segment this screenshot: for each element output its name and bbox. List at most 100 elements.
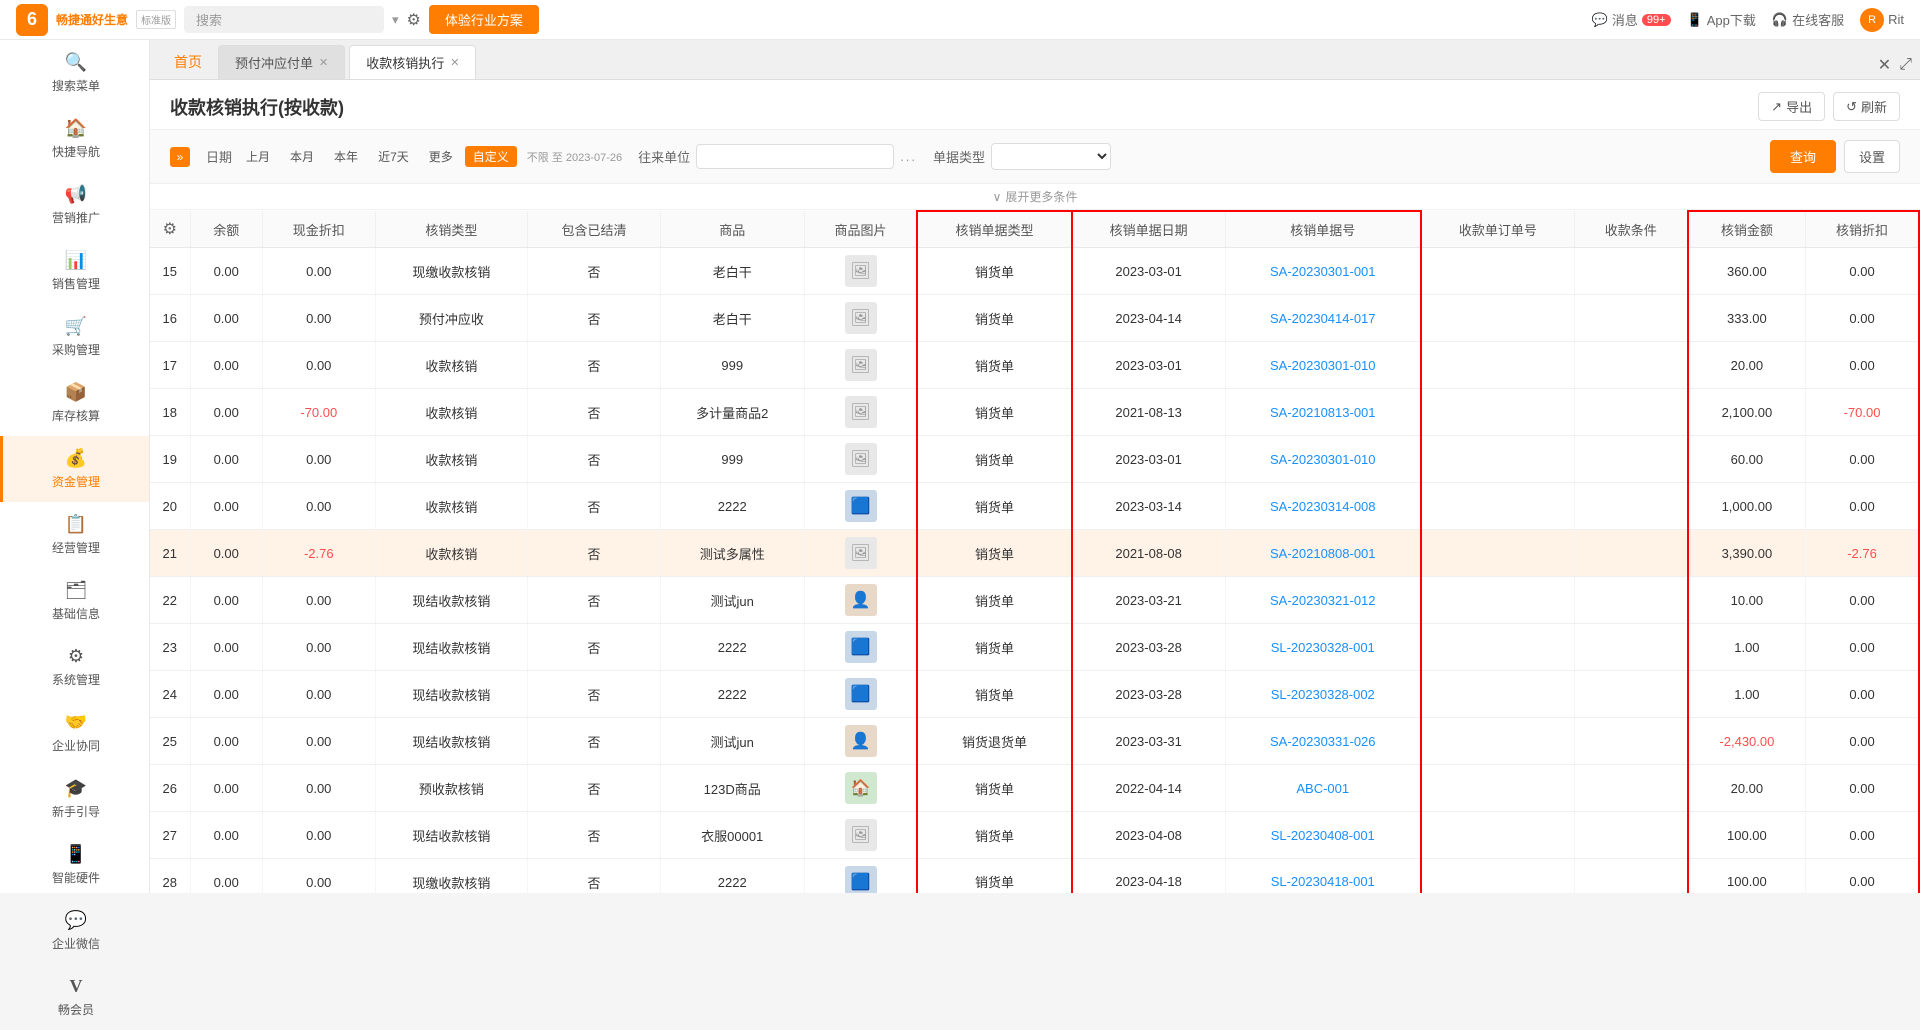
sidebar-item-guide[interactable]: 🎓 新手引导 bbox=[0, 766, 149, 832]
close-window-icon[interactable]: ✕ bbox=[1878, 55, 1891, 75]
sidebar-item-wechat[interactable]: 💬 企业微信 bbox=[0, 898, 149, 964]
tab-home[interactable]: 首页 bbox=[158, 45, 218, 79]
bill-no-link[interactable]: SL-20230328-002 bbox=[1271, 687, 1375, 702]
tab-receipt-verify[interactable]: 收款核销执行 ✕ bbox=[349, 45, 476, 79]
filter-expand-button[interactable]: » bbox=[170, 147, 190, 167]
date-option-more[interactable]: 更多 bbox=[421, 146, 461, 167]
bill-no-link[interactable]: ABC-001 bbox=[1296, 781, 1349, 796]
table-wrapper[interactable]: ⚙ 余额 现金折扣 核销类型 包含已结清 商品 商品图片 核销单据类型 核销单据… bbox=[150, 210, 1920, 893]
row-bill-no[interactable]: SA-20230301-010 bbox=[1225, 436, 1421, 483]
row-verify-amount: 20.00 bbox=[1688, 765, 1806, 812]
row-bill-no[interactable]: SA-20230301-001 bbox=[1225, 248, 1421, 295]
tab-close-receipt[interactable]: ✕ bbox=[450, 56, 459, 69]
sidebar-item-hardware[interactable]: 📱 智能硬件 bbox=[0, 832, 149, 898]
row-verify-discount: 0.00 bbox=[1806, 765, 1919, 812]
bill-no-link[interactable]: SA-20230314-008 bbox=[1270, 499, 1376, 514]
sidebar-item-system[interactable]: ⚙ 系统管理 bbox=[0, 634, 149, 700]
sidebar-label-finance: 资金管理 bbox=[52, 473, 100, 490]
refresh-button[interactable]: ↺ 刷新 bbox=[1833, 92, 1900, 121]
row-bill-no[interactable]: SA-20210808-001 bbox=[1225, 530, 1421, 577]
row-bill-no[interactable]: SA-20210813-001 bbox=[1225, 389, 1421, 436]
counterpart-input[interactable] bbox=[696, 144, 894, 169]
sidebar: 🔍 搜索菜单 🏠 快捷导航 📢 营销推广 📊 销售管理 🛒 采购管理 📦 库存核… bbox=[0, 40, 150, 893]
settings-gear-icon[interactable]: ⚙ bbox=[407, 10, 421, 30]
sidebar-item-inventory[interactable]: 📦 库存核算 bbox=[0, 370, 149, 436]
export-button[interactable]: ↗ 导出 bbox=[1758, 92, 1825, 121]
bill-no-link[interactable]: SA-20210808-001 bbox=[1270, 546, 1376, 561]
row-verify-type: 预付冲应收 bbox=[375, 295, 528, 342]
bill-type-select[interactable] bbox=[991, 143, 1111, 170]
sidebar-label-marketing: 营销推广 bbox=[52, 209, 100, 226]
row-bill-no[interactable]: SA-20230314-008 bbox=[1225, 483, 1421, 530]
query-button[interactable]: 查询 bbox=[1770, 140, 1836, 173]
column-settings-icon[interactable]: ⚙ bbox=[163, 221, 177, 238]
maximize-icon[interactable]: ⤢ bbox=[1899, 56, 1912, 74]
row-include-cleared: 否 bbox=[528, 389, 661, 436]
bill-no-link[interactable]: SA-20230414-017 bbox=[1270, 311, 1376, 326]
row-goods: 2222 bbox=[660, 624, 804, 671]
page-header-actions: ↗ 导出 ↺ 刷新 bbox=[1758, 92, 1900, 121]
row-bill-no[interactable]: SL-20230408-001 bbox=[1225, 812, 1421, 859]
sidebar-item-purchase[interactable]: 🛒 采购管理 bbox=[0, 304, 149, 370]
sidebar-item-sales[interactable]: 📊 销售管理 bbox=[0, 238, 149, 304]
bill-no-link[interactable]: SA-20230321-012 bbox=[1270, 593, 1376, 608]
row-bill-no[interactable]: SL-20230328-002 bbox=[1225, 671, 1421, 718]
row-verify-discount: 0.00 bbox=[1806, 577, 1919, 624]
bill-no-link[interactable]: SA-20230331-026 bbox=[1270, 734, 1376, 749]
row-bill-no[interactable]: SA-20230331-026 bbox=[1225, 718, 1421, 765]
row-bill-date: 2023-03-01 bbox=[1072, 436, 1225, 483]
col-gear[interactable]: ⚙ bbox=[150, 211, 190, 248]
dropdown-arrow[interactable]: ▾ bbox=[392, 12, 399, 28]
sidebar-item-collab[interactable]: 🤝 企业协同 bbox=[0, 700, 149, 766]
row-bill-no[interactable]: ABC-001 bbox=[1225, 765, 1421, 812]
industry-solution-button[interactable]: 体验行业方案 bbox=[429, 5, 539, 34]
row-bill-no[interactable]: SA-20230301-010 bbox=[1225, 342, 1421, 389]
bill-no-link[interactable]: SA-20210813-001 bbox=[1270, 405, 1376, 420]
col-goods: 商品 bbox=[660, 211, 804, 248]
row-cash-discount: 0.00 bbox=[262, 436, 375, 483]
sidebar-item-basic-info[interactable]: 🗂 基础信息 bbox=[0, 568, 149, 634]
row-id: 22 bbox=[150, 577, 190, 624]
money-icon: 💰 bbox=[65, 448, 87, 469]
row-bill-no[interactable]: SA-20230321-012 bbox=[1225, 577, 1421, 624]
row-bill-no[interactable]: SL-20230418-001 bbox=[1225, 859, 1421, 894]
date-label: 日期 bbox=[206, 147, 232, 166]
online-service-group[interactable]: 🎧 在线客服 bbox=[1772, 10, 1844, 29]
sidebar-item-finance[interactable]: 💰 资金管理 bbox=[0, 436, 149, 502]
expand-more-bar[interactable]: ∨ 展开更多条件 bbox=[150, 184, 1920, 210]
date-option-this-year[interactable]: 本年 bbox=[326, 146, 366, 167]
date-option-custom[interactable]: 自定义 bbox=[465, 146, 517, 167]
sidebar-item-nav[interactable]: 🏠 快捷导航 bbox=[0, 106, 149, 172]
sidebar-item-search[interactable]: 🔍 搜索菜单 bbox=[0, 40, 149, 106]
sidebar-item-management[interactable]: 📋 经营管理 bbox=[0, 502, 149, 568]
row-id: 26 bbox=[150, 765, 190, 812]
messages-group[interactable]: 💬 消息 99+ bbox=[1592, 10, 1671, 29]
tab-close-prepaid[interactable]: ✕ bbox=[319, 56, 328, 69]
row-include-cleared: 否 bbox=[528, 765, 661, 812]
date-option-last-month[interactable]: 上月 bbox=[238, 146, 278, 167]
user-group[interactable]: R Rit bbox=[1860, 8, 1904, 32]
date-option-7days[interactable]: 近7天 bbox=[370, 146, 417, 167]
goods-image: 🟦 bbox=[845, 866, 877, 893]
setting-button[interactable]: 设置 bbox=[1844, 140, 1900, 173]
col-receipt-condition: 收款条件 bbox=[1574, 211, 1687, 248]
bill-no-link[interactable]: SA-20230301-010 bbox=[1270, 452, 1376, 467]
graduation-icon: 🎓 bbox=[65, 778, 87, 799]
row-bill-no[interactable]: SA-20230414-017 bbox=[1225, 295, 1421, 342]
bill-no-link[interactable]: SA-20230301-001 bbox=[1270, 264, 1376, 279]
bill-no-link[interactable]: SL-20230328-001 bbox=[1271, 640, 1375, 655]
row-verify-discount: 0.00 bbox=[1806, 859, 1919, 894]
row-bill-type: 销货单 bbox=[917, 248, 1071, 295]
row-id: 24 bbox=[150, 671, 190, 718]
bill-no-link[interactable]: SA-20230301-010 bbox=[1270, 358, 1376, 373]
messages-label: 消息 bbox=[1612, 10, 1638, 29]
search-bar[interactable]: 搜索 bbox=[184, 6, 384, 33]
bill-no-link[interactable]: SL-20230418-001 bbox=[1271, 874, 1375, 889]
app-download-group[interactable]: 📱 App下载 bbox=[1687, 10, 1756, 29]
sidebar-item-member[interactable]: V 畅会员 bbox=[0, 964, 149, 1030]
row-bill-no[interactable]: SL-20230328-001 bbox=[1225, 624, 1421, 671]
date-option-this-month[interactable]: 本月 bbox=[282, 146, 322, 167]
bill-no-link[interactable]: SL-20230408-001 bbox=[1271, 828, 1375, 843]
sidebar-item-marketing[interactable]: 📢 营销推广 bbox=[0, 172, 149, 238]
tab-prepaid[interactable]: 预付冲应付单 ✕ bbox=[218, 45, 345, 79]
